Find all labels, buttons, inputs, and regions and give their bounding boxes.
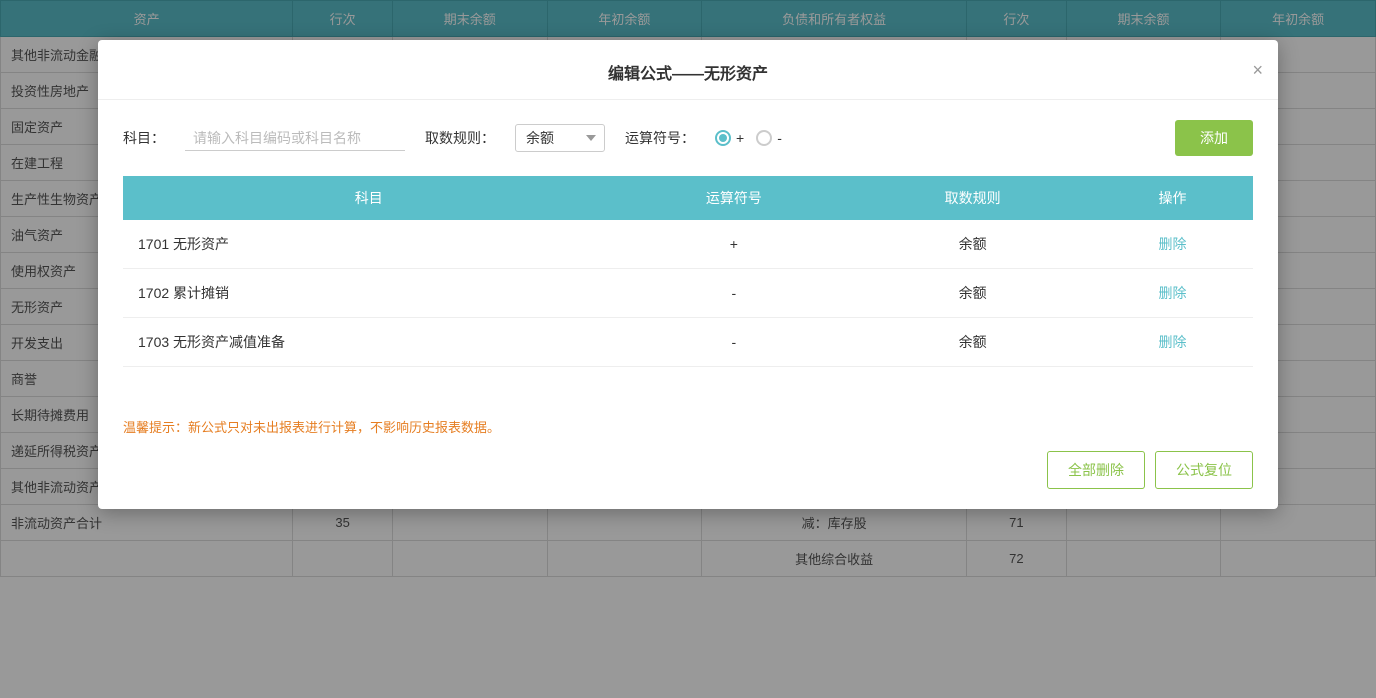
row1-delete-link[interactable]: 删除	[1158, 236, 1186, 252]
operator-plus-label: +	[736, 130, 744, 146]
operator-minus-option[interactable]: -	[756, 130, 782, 146]
col-rule-header: 取数规则	[853, 176, 1092, 220]
col-action-header: 操作	[1092, 176, 1253, 220]
reset-formula-button[interactable]: 公式复位	[1155, 451, 1253, 489]
table-row: 1702 累计摊销 - 余额 删除	[123, 269, 1253, 318]
formula-table: 科目 运算符号 取数规则 操作 1701 无形资产 + 余额 删除	[123, 176, 1253, 367]
edit-formula-modal: 编辑公式——无形资产 × 科目： 取数规则： 余额 借方 贷方 借方累计 贷方累…	[98, 40, 1278, 509]
row2-subject: 1702 累计摊销	[123, 269, 614, 318]
subject-input[interactable]	[185, 126, 405, 151]
row2-rule: 余额	[853, 269, 1092, 318]
subject-label: 科目：	[123, 128, 165, 148]
rule-select[interactable]: 余额 借方 贷方 借方累计 贷方累计	[515, 124, 605, 152]
operator-plus-radio[interactable]	[715, 130, 731, 146]
row2-operator: -	[614, 269, 853, 318]
row1-subject: 1701 无形资产	[123, 220, 614, 269]
modal-overlay: 编辑公式——无形资产 × 科目： 取数规则： 余额 借方 贷方 借方累计 贷方累…	[0, 0, 1376, 698]
row3-action: 删除	[1092, 318, 1253, 367]
row3-operator: -	[614, 318, 853, 367]
row2-delete-link[interactable]: 删除	[1158, 285, 1186, 301]
add-button[interactable]: 添加	[1175, 120, 1253, 156]
operator-label: 运算符号：	[625, 128, 695, 148]
footer-buttons: 全部删除 公式复位	[123, 451, 1253, 489]
modal-header: 编辑公式——无形资产 ×	[98, 40, 1278, 100]
table-row: 1701 无形资产 + 余额 删除	[123, 220, 1253, 269]
operator-plus-option[interactable]: +	[715, 130, 744, 146]
operator-radio-group: + -	[715, 130, 782, 146]
row1-operator: +	[614, 220, 853, 269]
row1-rule: 余额	[853, 220, 1092, 269]
modal-footer: 温馨提示：新公式只对未出报表进行计算，不影响历史报表数据。 全部删除 公式复位	[98, 407, 1278, 509]
col-subject-header: 科目	[123, 176, 614, 220]
table-row: 1703 无形资产减值准备 - 余额 删除	[123, 318, 1253, 367]
operator-minus-radio[interactable]	[756, 130, 772, 146]
rule-label: 取数规则：	[425, 128, 495, 148]
row1-action: 删除	[1092, 220, 1253, 269]
form-row: 科目： 取数规则： 余额 借方 贷方 借方累计 贷方累计 运算符号：	[123, 120, 1253, 156]
operator-minus-label: -	[777, 130, 782, 146]
modal-title: 编辑公式——无形资产	[608, 66, 768, 83]
modal-close-button[interactable]: ×	[1252, 61, 1263, 79]
col-operator-header: 运算符号	[614, 176, 853, 220]
row3-rule: 余额	[853, 318, 1092, 367]
delete-all-button[interactable]: 全部删除	[1047, 451, 1145, 489]
notice-text: 温馨提示：新公式只对未出报表进行计算，不影响历史报表数据。	[123, 417, 1253, 436]
row3-subject: 1703 无形资产减值准备	[123, 318, 614, 367]
modal-body: 科目： 取数规则： 余额 借方 贷方 借方累计 贷方累计 运算符号：	[98, 100, 1278, 407]
row2-action: 删除	[1092, 269, 1253, 318]
rule-select-wrapper: 余额 借方 贷方 借方累计 贷方累计	[515, 124, 605, 152]
row3-delete-link[interactable]: 删除	[1158, 334, 1186, 350]
